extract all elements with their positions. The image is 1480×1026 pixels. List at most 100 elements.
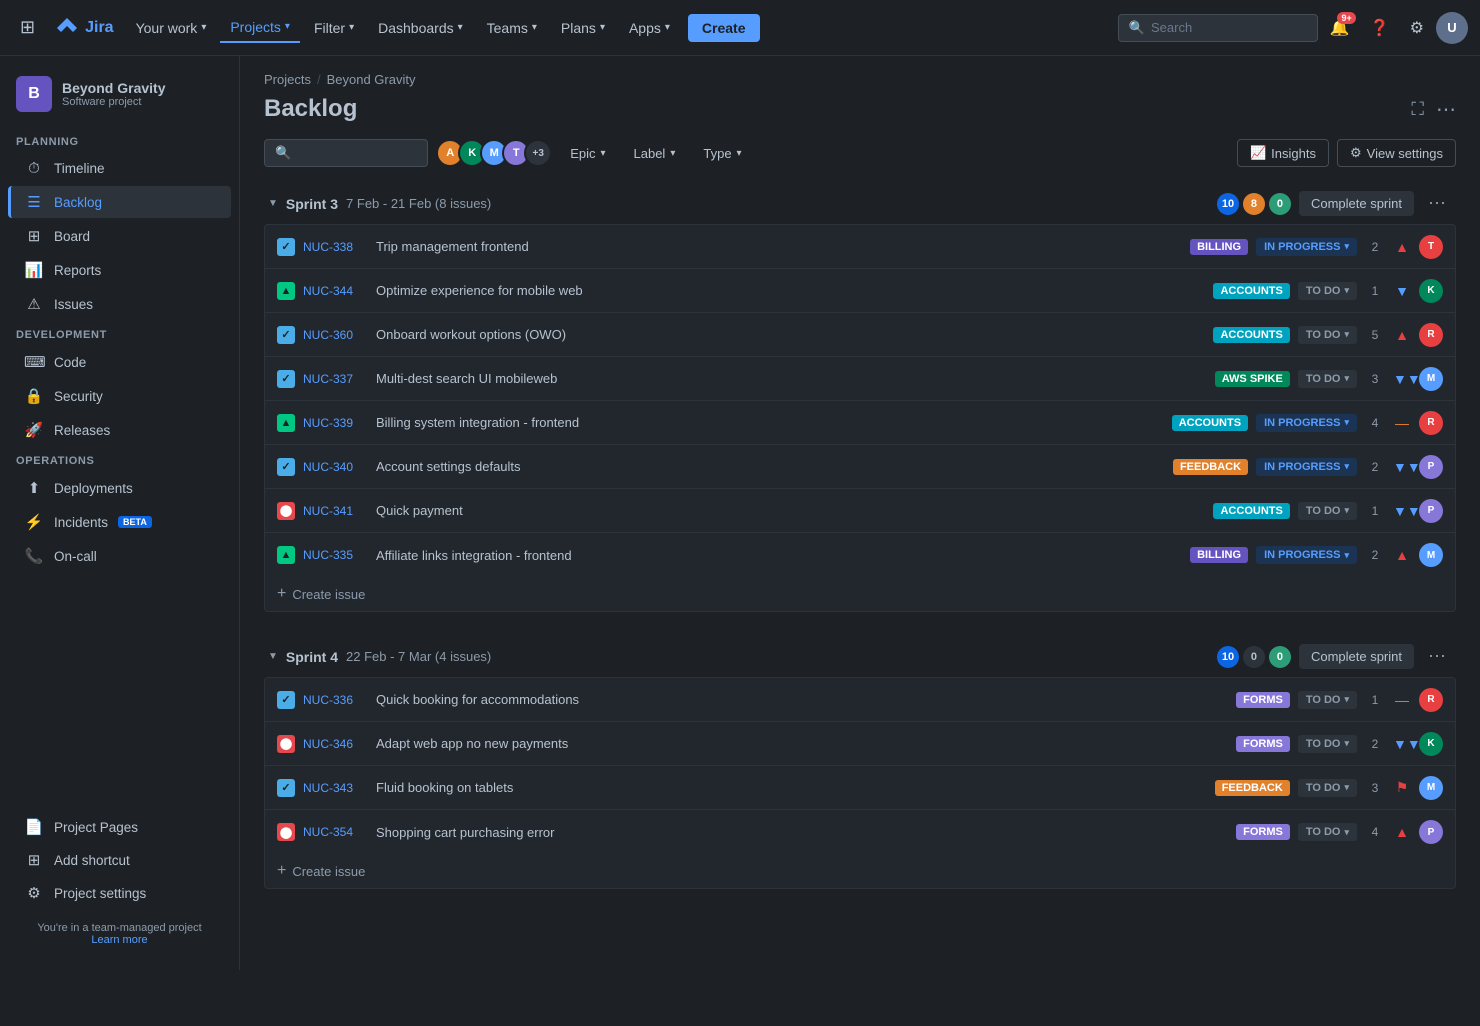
sidebar-item-label: Incidents [54, 515, 108, 530]
status-badge[interactable]: TO DO ▾ [1298, 370, 1357, 388]
epic-badge[interactable]: FORMS [1236, 824, 1290, 840]
filter-search-input[interactable] [297, 146, 417, 161]
chevron-down-icon: ▾ [1344, 373, 1349, 384]
settings-button[interactable]: ⚙ [1402, 10, 1432, 46]
learn-more-link[interactable]: Learn more [91, 934, 147, 946]
issue-summary: Trip management frontend [376, 239, 1182, 254]
your-work-nav[interactable]: Your work ▾ [126, 14, 217, 42]
sidebar-item-deployments[interactable]: ⬆ Deployments [8, 472, 231, 504]
epic-badge[interactable]: ACCOUNTS [1172, 415, 1248, 431]
create-button[interactable]: Create [688, 14, 760, 42]
priority-icon: ▼▼ [1393, 503, 1411, 519]
task-icon: ✓ [277, 326, 295, 344]
sidebar-item-reports[interactable]: 📊 Reports [8, 254, 231, 286]
status-badge[interactable]: TO DO ▾ [1298, 282, 1357, 300]
table-row[interactable]: ✓ NUC-343 Fluid booking on tablets FEEDB… [265, 766, 1455, 810]
sidebar-item-timeline[interactable]: ⏱ Timeline [8, 153, 231, 184]
filter-search-box[interactable]: 🔍 [264, 139, 428, 167]
apps-nav[interactable]: Apps ▾ [619, 14, 680, 42]
epic-badge[interactable]: BILLING [1190, 547, 1248, 563]
status-badge[interactable]: IN PROGRESS ▾ [1256, 238, 1357, 256]
status-badge[interactable]: TO DO ▾ [1298, 735, 1357, 753]
sidebar-item-incidents[interactable]: ⚡ Incidents BETA [8, 506, 231, 538]
table-row[interactable]: ▲ NUC-344 Optimize experience for mobile… [265, 269, 1455, 313]
help-button[interactable]: ❓ [1362, 10, 1398, 46]
avatar-more[interactable]: +3 [524, 139, 552, 167]
epic-badge[interactable]: FORMS [1236, 692, 1290, 708]
issue-key: NUC-341 [303, 504, 368, 518]
epic-filter[interactable]: Epic ▾ [560, 141, 615, 166]
table-row[interactable]: ▲ NUC-335 Affiliate links integration - … [265, 533, 1455, 577]
search-input[interactable] [1151, 20, 1291, 35]
sidebar-item-code[interactable]: ⌨ Code [8, 346, 231, 378]
complete-sprint-button[interactable]: Complete sprint [1299, 644, 1414, 669]
epic-badge[interactable]: AWS SPIKE [1215, 371, 1290, 387]
user-avatar[interactable]: U [1436, 12, 1468, 44]
status-badge[interactable]: TO DO ▾ [1298, 823, 1357, 841]
type-filter[interactable]: Type ▾ [693, 141, 751, 166]
sidebar-item-add-shortcut[interactable]: ⊞ Add shortcut [8, 844, 231, 876]
epic-badge[interactable]: BILLING [1190, 239, 1248, 255]
jira-logo[interactable]: Jira [47, 16, 121, 40]
status-badge[interactable]: TO DO ▾ [1298, 326, 1357, 344]
more-options-icon[interactable]: ⋯ [1436, 97, 1456, 122]
grid-icon[interactable]: ⊞ [12, 9, 43, 46]
task-icon: ✓ [277, 458, 295, 476]
sprint-more-button[interactable]: ⋯ [1422, 191, 1452, 216]
epic-badge[interactable]: FEEDBACK [1173, 459, 1248, 475]
status-badge[interactable]: TO DO ▾ [1298, 779, 1357, 797]
expand-icon[interactable]: ⛶ [1411, 99, 1424, 120]
projects-nav[interactable]: Projects ▾ [220, 13, 300, 43]
status-badge[interactable]: TO DO ▾ [1298, 691, 1357, 709]
status-badge[interactable]: TO DO ▾ [1298, 502, 1357, 520]
issue-summary: Shopping cart purchasing error [376, 825, 1228, 840]
teams-nav[interactable]: Teams ▾ [477, 14, 547, 42]
table-row[interactable]: ⬤ NUC-346 Adapt web app no new payments … [265, 722, 1455, 766]
sidebar-item-backlog[interactable]: ☰ Backlog [8, 186, 231, 218]
insights-button[interactable]: 📈 Insights [1237, 139, 1329, 167]
create-issue-sprint4[interactable]: + Create issue [265, 854, 1455, 888]
sidebar-item-security[interactable]: 🔒 Security [8, 380, 231, 412]
epic-badge[interactable]: ACCOUNTS [1213, 327, 1289, 343]
sidebar-item-project-pages[interactable]: 📄 Project Pages [8, 811, 231, 843]
table-row[interactable]: ✓ NUC-340 Account settings defaults FEED… [265, 445, 1455, 489]
epic-badge[interactable]: ACCOUNTS [1213, 283, 1289, 299]
table-row[interactable]: ⬤ NUC-354 Shopping cart purchasing error… [265, 810, 1455, 854]
breadcrumb: Projects / Beyond Gravity [264, 72, 1456, 87]
filter-nav[interactable]: Filter ▾ [304, 14, 364, 42]
board-icon: ⊞ [24, 227, 44, 245]
create-issue-sprint3[interactable]: + Create issue [265, 577, 1455, 611]
sidebar-item-project-settings[interactable]: ⚙ Project settings [8, 877, 231, 909]
sprint4-header[interactable]: ▼ Sprint 4 22 Feb - 7 Mar (4 issues) 10 … [264, 636, 1456, 677]
label-filter[interactable]: Label ▾ [624, 141, 686, 166]
table-row[interactable]: ✓ NUC-337 Multi-dest search UI mobileweb… [265, 357, 1455, 401]
breadcrumb-project-name[interactable]: Beyond Gravity [327, 72, 416, 87]
table-row[interactable]: ✓ NUC-336 Quick booking for accommodatio… [265, 678, 1455, 722]
epic-badge[interactable]: ACCOUNTS [1213, 503, 1289, 519]
table-row[interactable]: ▲ NUC-339 Billing system integration - f… [265, 401, 1455, 445]
status-badge[interactable]: IN PROGRESS ▾ [1256, 458, 1357, 476]
sidebar-item-oncall[interactable]: 📞 On-call [8, 540, 231, 572]
table-row[interactable]: ✓ NUC-360 Onboard workout options (OWO) … [265, 313, 1455, 357]
search-box[interactable]: 🔍 [1118, 14, 1318, 42]
sidebar-item-board[interactable]: ⊞ Board [8, 220, 231, 252]
table-row[interactable]: ⬤ NUC-341 Quick payment ACCOUNTS TO DO ▾… [265, 489, 1455, 533]
view-settings-button[interactable]: ⚙ View settings [1337, 139, 1456, 167]
epic-badge[interactable]: FORMS [1236, 736, 1290, 752]
epic-badge[interactable]: FEEDBACK [1215, 780, 1290, 796]
sprint-more-button[interactable]: ⋯ [1422, 644, 1452, 669]
status-badge[interactable]: IN PROGRESS ▾ [1256, 414, 1357, 432]
priority-icon: ▼▼ [1393, 371, 1411, 387]
sidebar-item-issues[interactable]: ⚠ Issues [8, 288, 231, 320]
table-row[interactable]: ✓ NUC-338 Trip management frontend BILLI… [265, 225, 1455, 269]
content-area: ▼ Sprint 3 7 Feb - 21 Feb (8 issues) 10 … [264, 183, 1456, 913]
sprint3-header[interactable]: ▼ Sprint 3 7 Feb - 21 Feb (8 issues) 10 … [264, 183, 1456, 224]
breadcrumb-projects[interactable]: Projects [264, 72, 311, 87]
dashboards-nav[interactable]: Dashboards ▾ [368, 14, 473, 42]
plans-nav[interactable]: Plans ▾ [551, 14, 615, 42]
sidebar-item-releases[interactable]: 🚀 Releases [8, 414, 231, 446]
notifications-button[interactable]: 🔔 9+ [1322, 10, 1358, 46]
status-badge[interactable]: IN PROGRESS ▾ [1256, 546, 1357, 564]
complete-sprint-button[interactable]: Complete sprint [1299, 191, 1414, 216]
total-count-badge: 10 [1217, 646, 1239, 668]
